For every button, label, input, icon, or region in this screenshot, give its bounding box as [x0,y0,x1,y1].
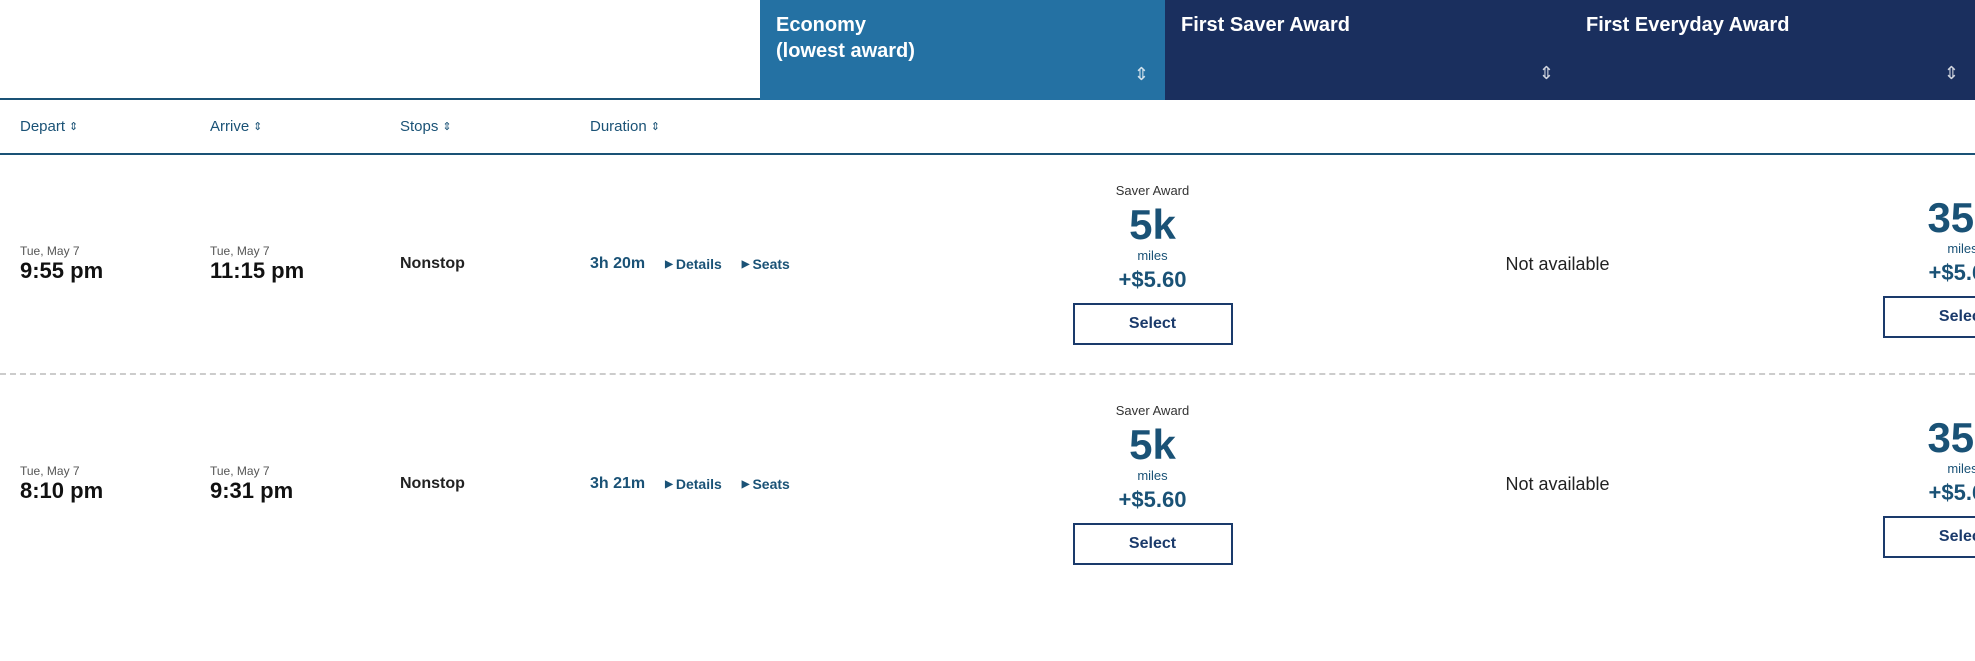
depart-cell-2: Tue, May 7 8:10 pm [0,464,190,504]
first-everyday-award-1: 35k miles +$5.60 Select [1760,181,1975,348]
seats-link-2[interactable]: ▶ Seats [742,476,790,492]
economy-fee-2: +$5.60 [1119,487,1187,513]
arrive-date-1: Tue, May 7 [210,244,370,258]
arrive-label: Arrive [210,118,249,135]
details-link-2[interactable]: ▶ Details [665,476,722,492]
first-everyday-miles-2: 35k [1927,415,1975,461]
first-everyday-fee-2: +$5.60 [1929,480,1975,506]
stops-sort-icon[interactable]: ⇕ [442,120,451,133]
first-saver-not-available-1: Not available [1505,254,1609,275]
first-everyday-header-title: First Everyday Award [1586,12,1959,38]
first-saver-sort[interactable]: ⇕ [1181,63,1554,88]
first-everyday-fee-1: +$5.60 [1929,260,1975,286]
first-everyday-miles-1: 35k [1927,195,1975,241]
stops-column-header[interactable]: Stops ⇕ [380,118,570,135]
details-triangle-1: ▶ [665,259,673,270]
arrive-time-1: 11:15 pm [210,258,370,284]
arrive-sort-icon[interactable]: ⇕ [253,120,262,133]
first-saver-not-available-2: Not available [1505,474,1609,495]
economy-title-line1: Economy [776,12,1149,38]
duration-label: Duration [590,118,647,135]
economy-select-button-2[interactable]: Select [1073,523,1233,565]
first-everyday-select-button-2[interactable]: Select [1883,516,1975,558]
economy-sort-icon[interactable]: ⇕ [1134,64,1149,85]
depart-label: Depart [20,118,65,135]
economy-award-2: Saver Award 5k miles +$5.60 Select [950,393,1355,575]
economy-award-label-2: Saver Award [1116,403,1189,418]
depart-sort-icon[interactable]: ⇕ [69,120,78,133]
economy-miles-label-1: miles [1137,248,1167,263]
seats-triangle-2: ▶ [742,479,750,490]
economy-miles-2: 5k [1129,422,1176,468]
flight-info-header-spacer [0,0,760,100]
depart-time-1: 9:55 pm [20,258,180,284]
depart-column-header[interactable]: Depart ⇕ [0,118,190,135]
stops-cell-2: Nonstop [380,475,570,493]
duration-column-header[interactable]: Duration ⇕ [570,118,950,135]
economy-miles-label-2: miles [1137,468,1167,483]
stops-label: Stops [400,118,438,135]
economy-award-1: Saver Award 5k miles +$5.60 Select [950,173,1355,355]
first-everyday-award-2: 35k miles +$5.60 Select [1760,401,1975,568]
first-saver-column-header: First Saver Award ⇕ [1165,0,1570,100]
economy-award-label-1: Saver Award [1116,183,1189,198]
details-link-1[interactable]: ▶ Details [665,256,722,272]
seats-link-1[interactable]: ▶ Seats [742,256,790,272]
first-everyday-sort-icon[interactable]: ⇕ [1944,63,1959,84]
first-saver-header-title: First Saver Award [1181,12,1554,38]
first-saver-award-2: Not available [1355,464,1760,505]
flight-row-2: Tue, May 7 8:10 pm Tue, May 7 9:31 pm No… [0,375,1975,593]
seats-label-1: Seats [752,256,789,272]
first-saver-award-1: Not available [1355,244,1760,285]
seats-label-2: Seats [752,476,789,492]
duration-1: 3h 20m [590,255,645,273]
duration-details-1: 3h 20m ▶ Details ▶ Seats [570,255,950,273]
duration-sort-icon[interactable]: ⇕ [651,120,660,133]
subheader-row: Depart ⇕ Arrive ⇕ Stops ⇕ Duration ⇕ [0,100,1975,155]
first-everyday-miles-label-2: miles [1947,461,1975,476]
first-everyday-select-button-1[interactable]: Select [1883,296,1975,338]
arrive-time-2: 9:31 pm [210,478,370,504]
stops-cell-1: Nonstop [380,255,570,273]
economy-header-title: Economy (lowest award) [776,12,1149,64]
economy-title-line2: (lowest award) [776,38,1149,64]
details-triangle-2: ▶ [665,479,673,490]
details-label-2: Details [676,476,722,492]
first-everyday-miles-label-1: miles [1947,241,1975,256]
seats-triangle-1: ▶ [742,259,750,270]
first-everyday-sort[interactable]: ⇕ [1586,63,1959,88]
first-saver-sort-icon[interactable]: ⇕ [1539,63,1554,84]
flight-row: Tue, May 7 9:55 pm Tue, May 7 11:15 pm N… [0,155,1975,375]
arrive-cell-2: Tue, May 7 9:31 pm [190,464,380,504]
arrive-column-header[interactable]: Arrive ⇕ [190,118,380,135]
details-label-1: Details [676,256,722,272]
first-everyday-column-header: First Everyday Award ⇕ [1570,0,1975,100]
depart-date-1: Tue, May 7 [20,244,180,258]
economy-sort[interactable]: ⇕ [776,64,1149,89]
depart-cell-1: Tue, May 7 9:55 pm [0,244,190,284]
economy-select-button-1[interactable]: Select [1073,303,1233,345]
depart-date-2: Tue, May 7 [20,464,180,478]
duration-details-2: 3h 21m ▶ Details ▶ Seats [570,475,950,493]
economy-fee-1: +$5.60 [1119,267,1187,293]
arrive-cell-1: Tue, May 7 11:15 pm [190,244,380,284]
economy-miles-1: 5k [1129,202,1176,248]
duration-2: 3h 21m [590,475,645,493]
arrive-date-2: Tue, May 7 [210,464,370,478]
table-header: Economy (lowest award) ⇕ First Saver Awa… [0,0,1975,100]
economy-column-header: Economy (lowest award) ⇕ [760,0,1165,100]
depart-time-2: 8:10 pm [20,478,180,504]
